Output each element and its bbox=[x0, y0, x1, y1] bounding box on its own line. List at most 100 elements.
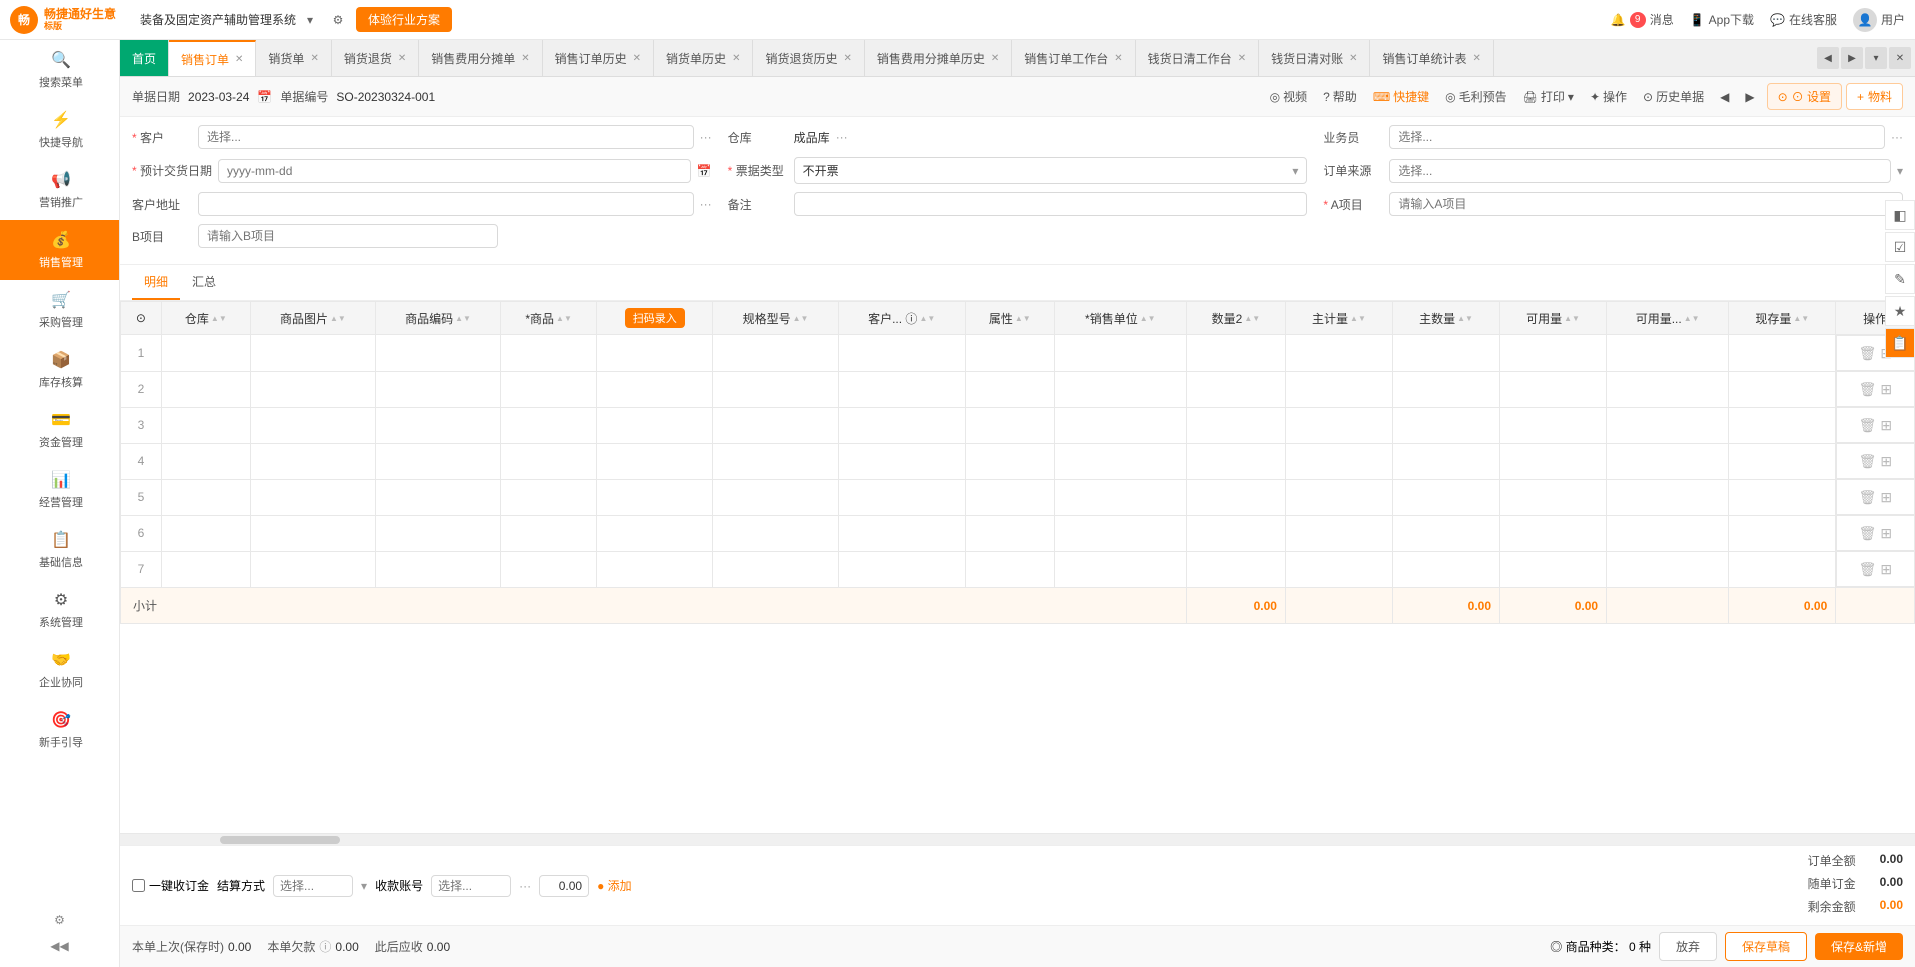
row-delete-icon[interactable]: 🗑 bbox=[1859, 453, 1877, 470]
tab-cash-reconcile[interactable]: 钱货日清对账 ✕ bbox=[1259, 40, 1370, 76]
tab-close-expense-history[interactable]: ✕ bbox=[991, 53, 999, 64]
address-more[interactable]: ··· bbox=[700, 197, 712, 211]
right-float-btn-4[interactable]: ★ bbox=[1885, 296, 1915, 326]
spec-sort[interactable]: ▲▼ bbox=[793, 314, 809, 323]
scroll-thumb[interactable] bbox=[220, 836, 340, 844]
settlement-method-input[interactable] bbox=[273, 875, 353, 897]
tab-sales-stats[interactable]: 销售订单统计表 ✕ bbox=[1370, 40, 1493, 76]
tab-next-btn[interactable]: ▶ bbox=[1841, 47, 1863, 69]
add-material-button[interactable]: + 物料 bbox=[1846, 83, 1903, 110]
row-copy-icon[interactable]: ⊞ bbox=[1880, 525, 1892, 542]
tab-close-sales-refund[interactable]: ✕ bbox=[398, 53, 406, 64]
row-copy-icon[interactable]: ⊞ bbox=[1880, 417, 1892, 434]
app-download-item[interactable]: 📱 App下载 bbox=[1690, 11, 1754, 28]
remark-input[interactable] bbox=[794, 192, 1308, 216]
customer-more[interactable]: ··· bbox=[700, 130, 712, 144]
tab-close-cash-reconcile[interactable]: ✕ bbox=[1349, 53, 1357, 64]
delivery-date-calendar-icon[interactable]: 📅 bbox=[697, 164, 712, 178]
stock-sort[interactable]: ▲▼ bbox=[1793, 314, 1809, 323]
attribute-sort[interactable]: ▲▼ bbox=[1015, 314, 1031, 323]
next-record-btn[interactable]: ▶ bbox=[1741, 88, 1758, 106]
tab-close-sales-return[interactable]: ✕ bbox=[310, 53, 318, 64]
project-a-input[interactable] bbox=[1389, 192, 1903, 216]
product-sort[interactable]: ▲▼ bbox=[556, 314, 572, 323]
row-delete-icon[interactable]: 🗑 bbox=[1859, 417, 1877, 434]
sidebar-item-enterprise[interactable]: 🤝 企业协同 bbox=[0, 640, 119, 700]
add-button[interactable]: ● 添加 bbox=[597, 877, 632, 894]
warehouse-more[interactable]: ··· bbox=[836, 130, 848, 144]
row-delete-icon[interactable]: 🗑 bbox=[1859, 345, 1877, 362]
tab-sales-order[interactable]: 销售订单 ✕ bbox=[169, 40, 256, 76]
right-float-btn-1[interactable]: ◧ bbox=[1885, 200, 1915, 230]
tab-close-sales-expense[interactable]: ✕ bbox=[521, 53, 529, 64]
project-b-input[interactable] bbox=[198, 224, 498, 248]
sidebar-settings-btn[interactable]: ⚙ bbox=[48, 907, 71, 933]
tab-close-cash-workbench[interactable]: ✕ bbox=[1238, 53, 1246, 64]
tab-close-order-workbench[interactable]: ✕ bbox=[1114, 53, 1122, 64]
sidebar-collapse-btn[interactable]: ◀◀ bbox=[44, 933, 74, 959]
tab-close-order-history[interactable]: ✕ bbox=[633, 53, 641, 64]
operation-btn[interactable]: ✦ 操作 bbox=[1586, 86, 1631, 107]
right-float-btn-5[interactable]: 📋 bbox=[1885, 328, 1915, 358]
settings-button[interactable]: ⊙ ⊙ 设置 bbox=[1767, 83, 1842, 110]
sidebar-item-system[interactable]: ⚙ 系统管理 bbox=[0, 580, 119, 640]
sidebar-item-finance[interactable]: 💳 资金管理 bbox=[0, 400, 119, 460]
row-delete-icon[interactable]: 🗑 bbox=[1859, 561, 1877, 578]
row-copy-icon[interactable]: ⊞ bbox=[1880, 381, 1892, 398]
history-order-btn[interactable]: ⊙ 历史单据 bbox=[1639, 86, 1708, 107]
tab-sales-return-history[interactable]: 销货单历史 ✕ bbox=[654, 40, 753, 76]
tab-menu-btn[interactable]: ▾ bbox=[1865, 47, 1887, 69]
tab-prev-btn[interactable]: ◀ bbox=[1817, 47, 1839, 69]
save-draft-button[interactable]: 保存草稿 bbox=[1725, 932, 1807, 961]
customer-address-input[interactable] bbox=[198, 192, 694, 216]
sidebar-item-operations[interactable]: 📊 经营管理 bbox=[0, 460, 119, 520]
sidebar-item-sales[interactable]: 💰 销售管理 bbox=[0, 220, 119, 280]
salesperson-input[interactable] bbox=[1389, 125, 1885, 149]
row-delete-icon[interactable]: 🗑 bbox=[1859, 525, 1877, 542]
invoice-type-select[interactable]: 不开票 ▾ bbox=[794, 157, 1308, 184]
top-gear-button[interactable]: ⚙ bbox=[324, 6, 352, 34]
product-code-sort[interactable]: ▲▼ bbox=[455, 314, 471, 323]
detail-tab-huizong[interactable]: 汇总 bbox=[180, 265, 228, 300]
print-btn[interactable]: 🖨 打印 ▾ bbox=[1519, 86, 1578, 107]
order-source-input[interactable] bbox=[1389, 159, 1891, 183]
tab-order-workbench[interactable]: 销售订单工作台 ✕ bbox=[1012, 40, 1135, 76]
shortcut-btn[interactable]: ⌨ 快捷键 bbox=[1369, 86, 1433, 107]
sidebar-item-marketing[interactable]: 📢 营销推广 bbox=[0, 160, 119, 220]
save-new-button[interactable]: 保存&新增 bbox=[1815, 933, 1903, 960]
sidebar-item-basic-info[interactable]: 📋 基础信息 bbox=[0, 520, 119, 580]
right-float-btn-2[interactable]: ☑ bbox=[1885, 232, 1915, 262]
detail-tab-mingxi[interactable]: 明细 bbox=[132, 265, 180, 300]
sales-unit-sort[interactable]: ▲▼ bbox=[1140, 314, 1156, 323]
calendar-icon[interactable]: 📅 bbox=[257, 90, 272, 104]
tab-home[interactable]: 首页 bbox=[120, 40, 169, 76]
row-copy-icon[interactable]: ⊞ bbox=[1880, 489, 1892, 506]
salesperson-more[interactable]: ··· bbox=[1891, 130, 1903, 144]
customer-input[interactable] bbox=[198, 125, 694, 149]
main-unit-sort[interactable]: ▲▼ bbox=[1350, 314, 1366, 323]
sidebar-item-purchase[interactable]: 🛒 采购管理 bbox=[0, 280, 119, 340]
tab-close-stats[interactable]: ✕ bbox=[1473, 53, 1481, 64]
tab-close-all-btn[interactable]: ✕ bbox=[1889, 47, 1911, 69]
profit-forecast-btn[interactable]: ◎ 毛利预告 bbox=[1441, 86, 1511, 107]
user-item[interactable]: 👤 用户 bbox=[1853, 8, 1905, 32]
tab-close-sales-order[interactable]: ✕ bbox=[235, 54, 243, 65]
tab-sales-refund-history[interactable]: 销货退货历史 ✕ bbox=[753, 40, 864, 76]
th-settings[interactable]: ⊙ bbox=[121, 302, 162, 335]
scan-button[interactable]: 扫码录入 bbox=[625, 308, 685, 328]
tab-sales-refund[interactable]: 销货退货 ✕ bbox=[332, 40, 419, 76]
row-copy-icon[interactable]: ⊞ bbox=[1880, 453, 1892, 470]
sidebar-item-guide[interactable]: 🎯 新手引导 bbox=[0, 700, 119, 760]
warehouse-sort[interactable]: ▲▼ bbox=[211, 314, 227, 323]
tab-close-return-history[interactable]: ✕ bbox=[732, 53, 740, 64]
quantity2-sort[interactable]: ▲▼ bbox=[1244, 314, 1260, 323]
receipt-more[interactable]: ··· bbox=[519, 879, 531, 893]
row-delete-icon[interactable]: 🗑 bbox=[1859, 489, 1877, 506]
product-image-sort[interactable]: ▲▼ bbox=[330, 314, 346, 323]
view-btn[interactable]: ◎ 视频 bbox=[1266, 86, 1312, 107]
sidebar-item-quick-nav[interactable]: ⚡ 快捷导航 bbox=[0, 100, 119, 160]
delivery-date-input[interactable] bbox=[218, 159, 691, 183]
tab-sales-expense-history[interactable]: 销售费用分摊单历史 ✕ bbox=[865, 40, 1012, 76]
row-delete-icon[interactable]: 🗑 bbox=[1859, 381, 1877, 398]
customer-code-sort[interactable]: ▲▼ bbox=[919, 314, 935, 323]
